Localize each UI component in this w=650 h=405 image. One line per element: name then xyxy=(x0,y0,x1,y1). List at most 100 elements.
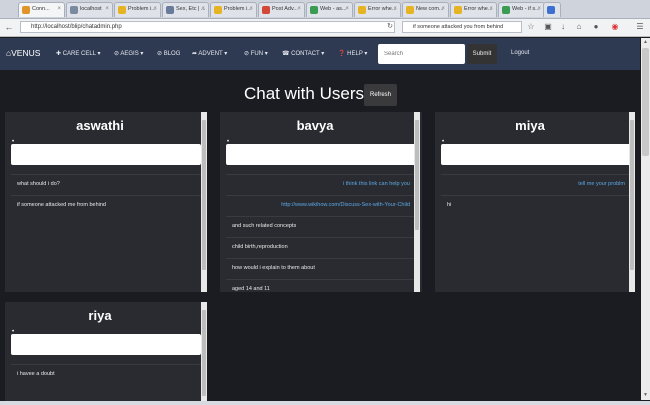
mail-icon xyxy=(262,6,270,14)
browser-tab[interactable]: Web - if s... × xyxy=(498,2,545,17)
chat-message: what should i do? xyxy=(11,174,201,194)
browser-tab[interactable]: Sex, Etc | ... × xyxy=(162,2,209,17)
browser-tab[interactable]: Problem i... × xyxy=(114,2,161,17)
browser-tab-bar: Conn... × localhost × Problem i... × Sex, Etc … xyxy=(0,0,650,19)
nav-help[interactable]: ❓ HELP ▾ xyxy=(338,50,367,57)
close-tab-icon[interactable]: × xyxy=(57,6,61,12)
nav-contact[interactable]: ☎ CONTACT ▾ xyxy=(282,50,324,57)
tab-label: Web - as... xyxy=(320,6,347,12)
chat-message: tell me your problm xyxy=(441,174,631,194)
chat-message: how would i explain to them about xyxy=(226,258,416,278)
browser-search-text: if someone attacked you from behind xyxy=(413,24,504,30)
browser-address-bar: ← http://localhost/blip/chatadmin.php ↻ … xyxy=(0,19,650,37)
home-icon[interactable]: ⌂ xyxy=(574,22,584,32)
browser-tab[interactable]: Error whe... × xyxy=(450,2,497,17)
chat-message: i havee a doubt xyxy=(11,364,201,384)
browser-tab[interactable]: Problem i... × xyxy=(210,2,257,17)
chat-message[interactable]: http://www.wikihow.com/Discuss-Sex-with-… xyxy=(226,195,416,215)
nav-blog[interactable]: ⊘ BLOG xyxy=(157,50,180,57)
message-input[interactable] xyxy=(11,144,201,165)
nav-label: HELP xyxy=(347,51,363,57)
close-tab-icon[interactable]: × xyxy=(105,6,109,12)
browser-tab[interactable]: New com... × xyxy=(402,2,449,17)
tab-label: Web - if s... xyxy=(512,6,540,12)
tab-label: Problem i... xyxy=(128,6,156,12)
panel-scrollbar[interactable] xyxy=(629,112,635,292)
browser-tab[interactable] xyxy=(543,2,561,17)
scrollbar-thumb[interactable] xyxy=(630,120,634,270)
scrollbar-thumb[interactable] xyxy=(415,120,419,230)
warning-icon xyxy=(358,6,366,14)
logout-link[interactable]: Logout xyxy=(511,50,529,56)
chat-panel: miya • tell me your problm hi xyxy=(435,112,635,292)
scroll-up-icon[interactable]: ▲ xyxy=(642,39,649,45)
refresh-button[interactable]: Refresh xyxy=(364,84,397,106)
nav-care-cell[interactable]: ✚ CARE CELL ▾ xyxy=(56,50,101,57)
reload-icon[interactable]: ↻ xyxy=(384,21,396,33)
page-scrollbar[interactable]: ▲ ▼ xyxy=(641,38,650,400)
submit-button[interactable]: Submit xyxy=(467,44,497,64)
nav-fun[interactable]: ⊘ FUN ▾ xyxy=(244,50,268,57)
page-icon xyxy=(166,6,174,14)
scrollbar-thumb[interactable] xyxy=(642,48,649,156)
browser-search-field[interactable]: if someone attacked you from behind xyxy=(402,21,522,33)
close-tab-icon[interactable]: × xyxy=(345,6,349,12)
nav-label: FUN xyxy=(250,51,264,57)
message-input[interactable] xyxy=(11,334,201,355)
message-input[interactable] xyxy=(226,144,416,165)
close-tab-icon[interactable]: × xyxy=(393,6,397,12)
chat-message: i think this link can help you xyxy=(226,174,416,194)
url-text: http://localhost/blip/chatadmin.php xyxy=(31,24,122,30)
browser-tab[interactable]: Post Adv... × xyxy=(258,2,305,17)
panel-scrollbar[interactable] xyxy=(201,112,207,292)
scroll-down-icon[interactable]: ▼ xyxy=(642,392,649,398)
user-name: bavya xyxy=(296,118,334,133)
scrollbar-thumb[interactable] xyxy=(202,310,206,396)
addon-icon[interactable]: ◉ xyxy=(610,22,620,32)
user-name: riya xyxy=(88,308,112,323)
chat-message: hi xyxy=(441,195,631,215)
close-tab-icon[interactable]: × xyxy=(249,6,253,12)
browser-tab[interactable]: Web - as... × xyxy=(306,2,353,17)
spinner-icon xyxy=(22,6,30,14)
browser-tab[interactable]: Error whe... × xyxy=(354,2,401,17)
warning-icon xyxy=(214,6,222,14)
close-tab-icon[interactable]: × xyxy=(441,6,445,12)
clipboard-icon[interactable]: ▣ xyxy=(543,22,553,32)
tab-label: Post Adv... xyxy=(272,6,298,12)
close-tab-icon[interactable]: × xyxy=(537,6,541,12)
tab-label: New com... xyxy=(416,6,444,12)
browser-tab[interactable]: Conn... × xyxy=(18,2,65,17)
download-icon[interactable]: ↓ xyxy=(558,22,568,32)
chat-icon[interactable]: ● xyxy=(591,22,601,32)
menu-icon[interactable]: ☰ xyxy=(635,22,645,32)
user-name: aswathi xyxy=(76,118,124,133)
chat-message: and such related concepts xyxy=(226,216,416,236)
search-input[interactable] xyxy=(378,44,465,64)
back-icon[interactable]: ← xyxy=(3,21,15,33)
nav-advent[interactable]: ➦ ADVENT ▾ xyxy=(192,50,227,57)
ban-icon: ⊘ xyxy=(244,51,251,57)
close-tab-icon[interactable]: × xyxy=(201,6,205,12)
browser-tab[interactable]: localhost × xyxy=(66,2,113,17)
nav-aegis[interactable]: ⊘ AEGIS ▾ xyxy=(114,50,143,57)
close-tab-icon[interactable]: × xyxy=(489,6,493,12)
panel-scrollbar[interactable] xyxy=(201,302,207,402)
page-icon xyxy=(70,6,78,14)
url-field[interactable]: http://localhost/blip/chatadmin.php xyxy=(20,21,395,33)
scrollbar-thumb[interactable] xyxy=(202,120,206,270)
nav-label: CARE CELL xyxy=(62,51,96,57)
brand-link[interactable]: ⌂VENUS xyxy=(6,48,40,58)
brand-label: VENUS xyxy=(11,48,41,58)
warning-icon xyxy=(406,6,414,14)
user-name: miya xyxy=(515,118,545,133)
close-tab-icon[interactable]: × xyxy=(153,6,157,12)
panel-scrollbar[interactable] xyxy=(414,112,420,292)
chat-message: if someone attacked me from behind xyxy=(11,195,201,215)
star-icon[interactable]: ☆ xyxy=(526,22,536,32)
question-icon: ❓ xyxy=(338,51,348,57)
message-input[interactable] xyxy=(441,144,631,165)
chat-panel: aswathi • what should i do? if someone atta… xyxy=(5,112,207,292)
close-tab-icon[interactable]: × xyxy=(297,6,301,12)
chat-panel: bavya • i think this link can help you http… xyxy=(220,112,422,292)
